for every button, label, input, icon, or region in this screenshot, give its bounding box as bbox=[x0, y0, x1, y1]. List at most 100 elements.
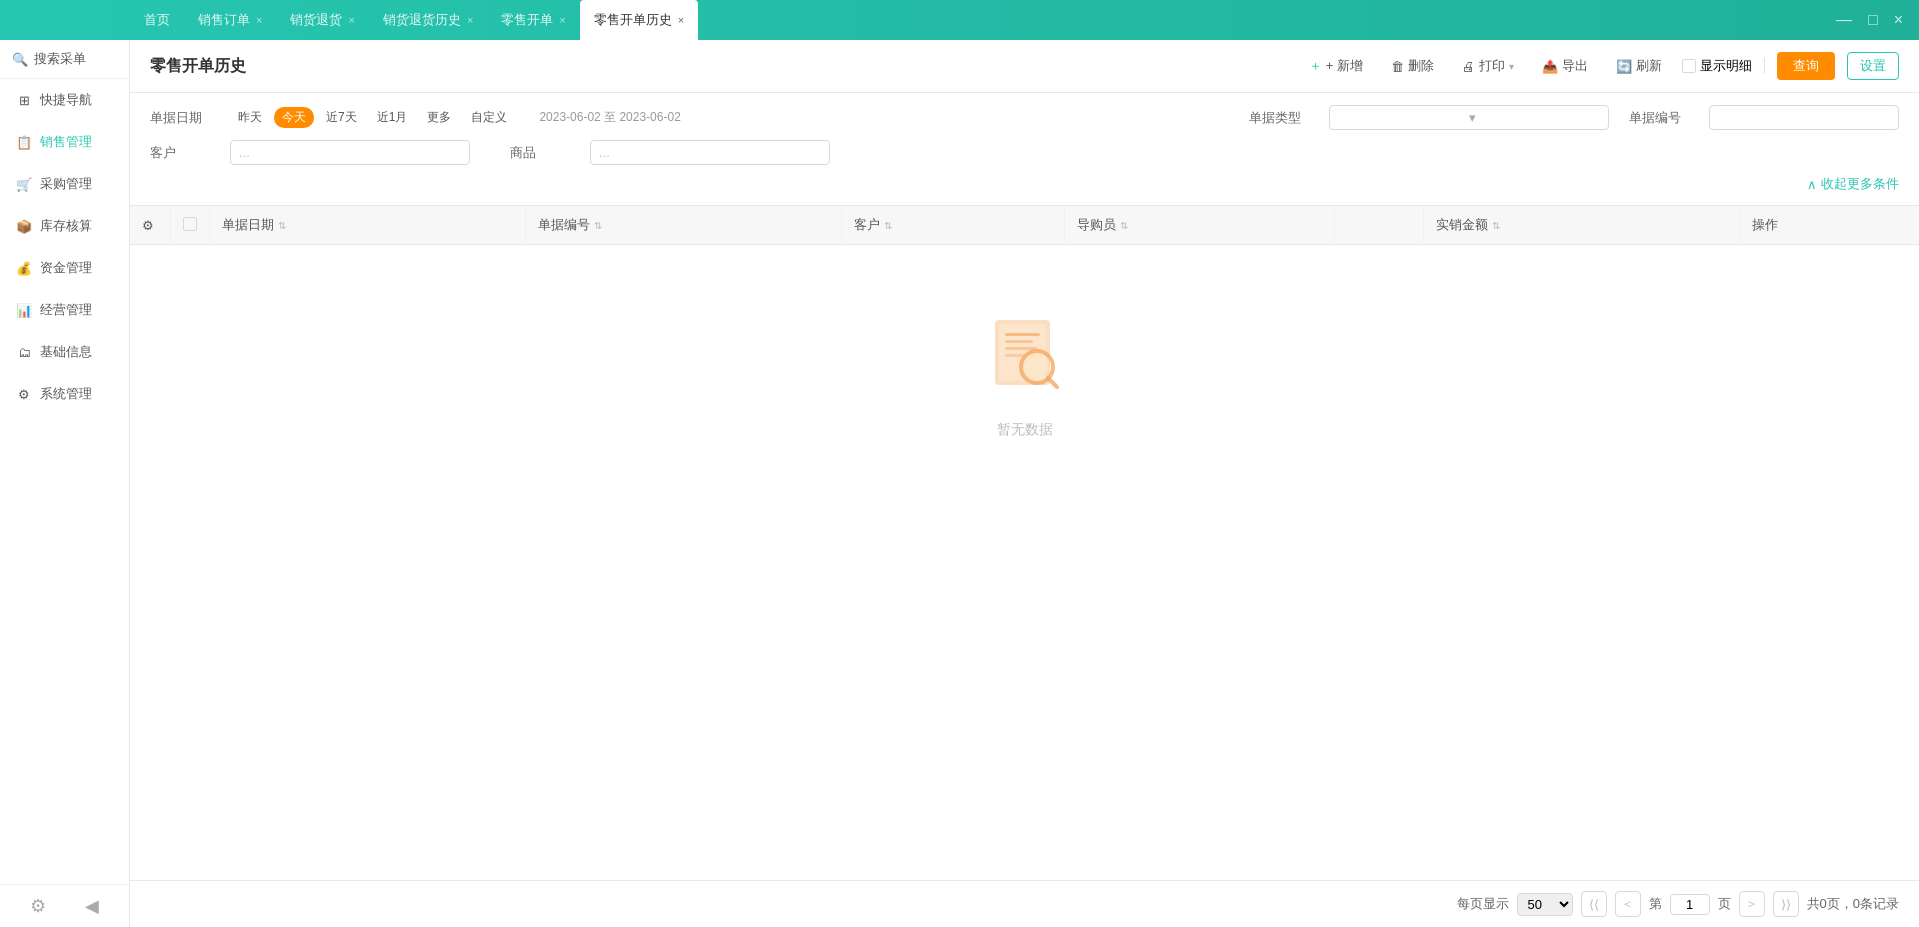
page-title: 零售开单历史 bbox=[150, 56, 246, 77]
sidebar-item-operations-mgmt[interactable]: 📊 经营管理 bbox=[0, 289, 129, 331]
delete-button[interactable]: 🗑 删除 bbox=[1383, 53, 1442, 79]
operations-mgmt-icon: 📊 bbox=[16, 302, 32, 318]
date-btn-yesterday[interactable]: 昨天 bbox=[230, 107, 270, 128]
add-button[interactable]: ＋ + 新增 bbox=[1301, 53, 1371, 79]
sidebar-item-quick-nav[interactable]: ⊞ 快捷导航 bbox=[0, 79, 129, 121]
toolbar-divider bbox=[1764, 58, 1765, 74]
goods-placeholder: ... bbox=[599, 145, 821, 160]
empty-text: 暂无数据 bbox=[997, 421, 1053, 439]
date-btn-custom[interactable]: 自定义 bbox=[463, 107, 515, 128]
goods-filter-label: 商品 bbox=[510, 144, 570, 162]
page-label-prefix: 第 bbox=[1649, 895, 1662, 913]
filter-row-2: 客户 ... 商品 ... bbox=[150, 140, 1899, 165]
sidebar-item-sales-mgmt[interactable]: 📋 销售管理 bbox=[0, 121, 129, 163]
th-spacer bbox=[1335, 206, 1424, 245]
first-page-button[interactable]: ⟨⟨ bbox=[1581, 891, 1607, 917]
export-button[interactable]: 📤 导出 bbox=[1534, 53, 1596, 79]
tab-close-sales-order[interactable]: × bbox=[256, 14, 262, 26]
tab-home[interactable]: 首页 bbox=[130, 0, 184, 40]
tab-retail-open[interactable]: 零售开单 × bbox=[487, 0, 579, 40]
tab-sales-return-history[interactable]: 销货退货历史 × bbox=[369, 0, 487, 40]
window-close-icon[interactable]: × bbox=[1894, 11, 1903, 29]
toolbar: ＋ + 新增 🗑 删除 🖨 打印 ▾ 📤 导出 🔄 bbox=[1301, 52, 1899, 80]
sidebar-search[interactable]: 🔍 搜索采单 bbox=[0, 40, 129, 79]
inventory-icon: 📦 bbox=[16, 218, 32, 234]
table-body: 暂无数据 bbox=[130, 245, 1919, 500]
filter-area: 单据日期 昨天 今天 近7天 近1月 更多 自定义 2023-06-02 至 2… bbox=[130, 93, 1919, 206]
goods-select[interactable]: ... bbox=[590, 140, 830, 165]
date-btn-month[interactable]: 近1月 bbox=[369, 107, 416, 128]
bill-no-label: 单据编号 bbox=[1629, 109, 1689, 127]
sort-date-icon[interactable]: ⇅ bbox=[278, 220, 286, 231]
query-button[interactable]: 查询 bbox=[1777, 52, 1835, 80]
tab-close-sales-return-history[interactable]: × bbox=[467, 14, 473, 26]
minimize-icon[interactable]: — bbox=[1836, 11, 1852, 29]
maximize-icon[interactable]: □ bbox=[1868, 11, 1878, 29]
system-mgmt-icon: ⚙ bbox=[16, 386, 32, 402]
bill-type-select[interactable]: ▾ bbox=[1329, 105, 1609, 130]
bill-no-input[interactable] bbox=[1709, 105, 1899, 130]
date-filter-label: 单据日期 bbox=[150, 109, 210, 127]
svg-rect-5 bbox=[1005, 354, 1025, 357]
date-btn-today[interactable]: 今天 bbox=[274, 107, 314, 128]
th-checkbox[interactable] bbox=[170, 206, 209, 245]
empty-state-icon bbox=[975, 305, 1075, 405]
collapse-button[interactable]: ∧ 收起更多条件 bbox=[1807, 175, 1899, 193]
next-page-button[interactable]: ＞ bbox=[1739, 891, 1765, 917]
basic-info-icon: 🗂 bbox=[16, 344, 32, 360]
pagination-bar: 每页显示 10 20 50 100 ⟨⟨ ＜ 第 页 ＞ ⟩⟩ 共0页，0条记录 bbox=[130, 880, 1919, 927]
svg-rect-2 bbox=[1005, 333, 1040, 336]
select-all-checkbox[interactable] bbox=[183, 217, 197, 231]
collapse-row: ∧ 收起更多条件 bbox=[150, 175, 1899, 193]
display-detail-toggle[interactable]: 显示明细 bbox=[1682, 57, 1752, 75]
sort-bill-no-icon[interactable]: ⇅ bbox=[594, 220, 602, 231]
per-page-label: 每页显示 bbox=[1457, 895, 1509, 913]
print-button[interactable]: 🖨 打印 ▾ bbox=[1454, 53, 1522, 79]
tab-retail-open-history[interactable]: 零售开单历史 × bbox=[580, 0, 698, 40]
tab-close-sales-return[interactable]: × bbox=[348, 14, 354, 26]
tab-sales-order[interactable]: 销售订单 × bbox=[184, 0, 276, 40]
display-detail-checkbox[interactable] bbox=[1682, 59, 1696, 73]
sidebar-item-inventory[interactable]: 📦 库存核算 bbox=[0, 205, 129, 247]
last-page-button[interactable]: ⟩⟩ bbox=[1773, 891, 1799, 917]
page-number-input[interactable] bbox=[1670, 894, 1710, 915]
empty-row: 暂无数据 bbox=[130, 245, 1919, 500]
refresh-button[interactable]: 🔄 刷新 bbox=[1608, 53, 1670, 79]
th-guide: 导购员 ⇅ bbox=[1065, 206, 1335, 245]
customer-filter-label: 客户 bbox=[150, 144, 210, 162]
date-btn-more[interactable]: 更多 bbox=[419, 107, 459, 128]
sort-guide-icon[interactable]: ⇅ bbox=[1120, 220, 1128, 231]
sidebar-item-basic-info[interactable]: 🗂 基础信息 bbox=[0, 331, 129, 373]
tab-close-retail-open[interactable]: × bbox=[559, 14, 565, 26]
settings-gear-icon[interactable]: ⚙ bbox=[30, 895, 46, 917]
sort-amount-icon[interactable]: ⇅ bbox=[1492, 220, 1500, 231]
date-range-display: 2023-06-02 至 2023-06-02 bbox=[539, 109, 680, 126]
prev-page-button[interactable]: ＜ bbox=[1615, 891, 1641, 917]
add-icon: ＋ bbox=[1309, 57, 1322, 75]
quick-nav-icon: ⊞ bbox=[16, 92, 32, 108]
th-settings[interactable]: ⚙ bbox=[130, 206, 170, 245]
sidebar-item-purchase-mgmt[interactable]: 🛒 采购管理 bbox=[0, 163, 129, 205]
tab-sales-return[interactable]: 销货退货 × bbox=[276, 0, 368, 40]
date-btn-7days[interactable]: 近7天 bbox=[318, 107, 365, 128]
sidebar-item-system-mgmt[interactable]: ⚙ 系统管理 bbox=[0, 373, 129, 415]
customer-placeholder: ... bbox=[239, 145, 461, 160]
collapse-up-icon: ∧ bbox=[1807, 177, 1817, 192]
filter-row-1: 单据日期 昨天 今天 近7天 近1月 更多 自定义 2023-06-02 至 2… bbox=[150, 105, 1899, 130]
customer-select[interactable]: ... bbox=[230, 140, 470, 165]
table-header-row: ⚙ 单据日期 ⇅ 单据编号 bbox=[130, 206, 1919, 245]
delete-icon: 🗑 bbox=[1391, 59, 1404, 74]
settings-button[interactable]: 设置 bbox=[1847, 52, 1899, 80]
sidebar-bottom: ⚙ ◀ bbox=[0, 884, 129, 927]
tab-close-retail-open-history[interactable]: × bbox=[678, 14, 684, 26]
sidebar-collapse-icon[interactable]: ◀ bbox=[85, 895, 99, 917]
bill-type-label: 单据类型 bbox=[1249, 109, 1309, 127]
search-icon: 🔍 bbox=[12, 52, 28, 67]
finance-mgmt-icon: 💰 bbox=[16, 260, 32, 276]
sidebar-item-finance-mgmt[interactable]: 💰 资金管理 bbox=[0, 247, 129, 289]
page-size-select[interactable]: 10 20 50 100 bbox=[1517, 893, 1573, 916]
total-info: 共0页，0条记录 bbox=[1807, 895, 1899, 913]
th-date: 单据日期 ⇅ bbox=[209, 206, 525, 245]
th-customer: 客户 ⇅ bbox=[841, 206, 1065, 245]
sort-customer-icon[interactable]: ⇅ bbox=[884, 220, 892, 231]
